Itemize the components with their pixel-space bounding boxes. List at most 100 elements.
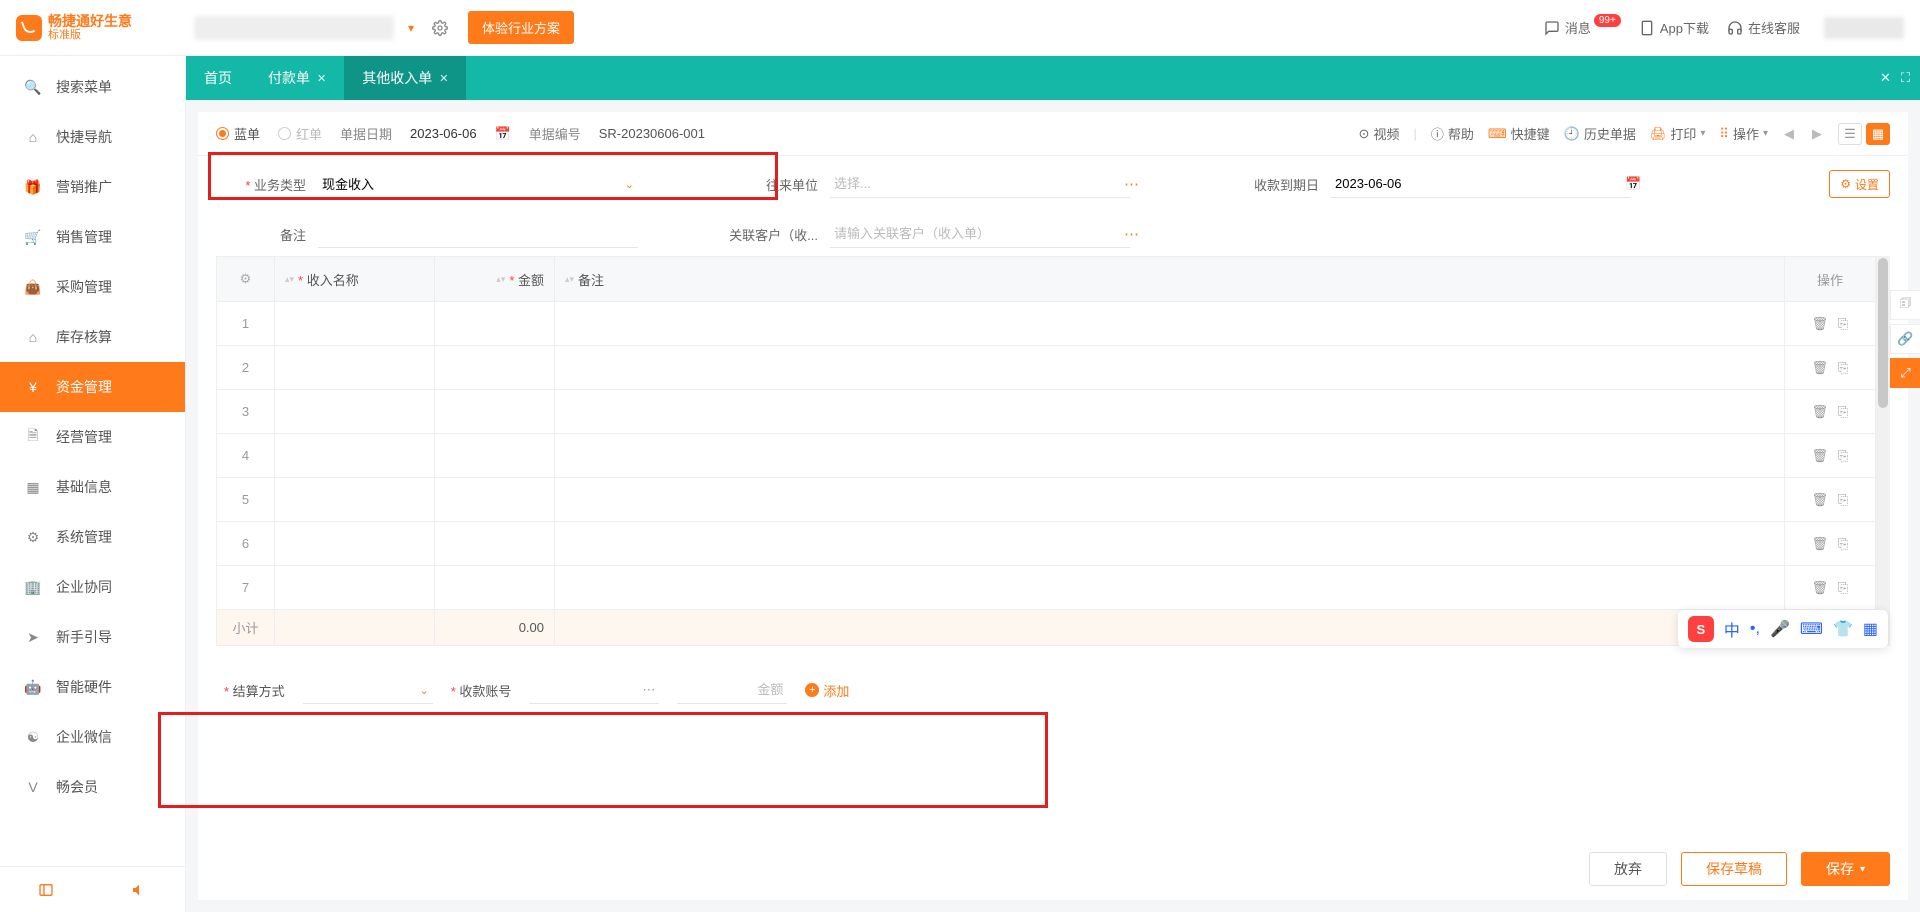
table-row[interactable]: 4 🗑 ⎘ <box>217 433 1875 477</box>
cell-amount[interactable] <box>435 565 555 609</box>
sidebar-volume-button[interactable] <box>93 867 186 912</box>
more-icon[interactable]: ⋯ <box>642 682 655 698</box>
tab-首页[interactable]: 首页 <box>186 56 250 100</box>
table-row[interactable]: 5 🗑 ⎘ <box>217 477 1875 521</box>
table-row[interactable]: 3 🗑 ⎘ <box>217 389 1875 433</box>
cell-amount[interactable] <box>435 433 555 477</box>
sidebar-item-wechat[interactable]: ☯企业微信 <box>0 712 185 762</box>
table-scrollbar[interactable] <box>1876 256 1890 646</box>
sidebar-item-home[interactable]: ⌂快捷导航 <box>0 112 185 162</box>
user-avatar-blurred[interactable] <box>1824 17 1904 39</box>
row-copy-icon[interactable]: ⎘ <box>1838 580 1848 596</box>
ime-lang[interactable]: 中 <box>1724 617 1740 641</box>
float-attach-button[interactable]: 🔗 <box>1890 324 1920 354</box>
float-expand-button[interactable]: ⤢ <box>1890 358 1920 388</box>
row-delete-icon[interactable]: 🗑 <box>1812 316 1829 332</box>
calendar-icon[interactable]: 📅 <box>1625 176 1641 192</box>
sidebar-item-search[interactable]: 🔍搜索菜单 <box>0 62 185 112</box>
ime-voice-icon[interactable]: 🎤 <box>1770 619 1790 639</box>
ime-keyboard-icon[interactable]: ⌨ <box>1800 619 1823 639</box>
org-selector[interactable]: ▾ <box>194 16 414 40</box>
cell-amount[interactable] <box>435 477 555 521</box>
sidebar-item-doc[interactable]: 🗎经营管理 <box>0 412 185 462</box>
shortcut-button[interactable]: ⌨快捷键 <box>1488 124 1550 143</box>
partner-more-button[interactable]: ⋯ <box>1124 175 1139 193</box>
help-button[interactable]: ⓘ帮助 <box>1431 124 1474 143</box>
customer-service-button[interactable]: 在线客服 <box>1727 18 1800 37</box>
partner-select[interactable] <box>830 170 1130 198</box>
float-note-button[interactable]: 🗊 <box>1890 290 1920 320</box>
cell-amount[interactable] <box>435 389 555 433</box>
row-copy-icon[interactable]: ⎘ <box>1838 536 1848 552</box>
form-settings-button[interactable]: ⚙设置 <box>1829 170 1890 198</box>
calendar-icon[interactable]: 📅 <box>495 126 511 142</box>
cell-income-name[interactable] <box>275 433 435 477</box>
radio-red-bill[interactable]: 红单 <box>278 124 322 143</box>
sidebar-collapse-button[interactable] <box>0 867 93 912</box>
settlement-amount-input[interactable] <box>677 676 787 704</box>
cell-income-name[interactable] <box>275 565 435 609</box>
row-copy-icon[interactable]: ⎘ <box>1838 316 1848 332</box>
cell-income-name[interactable] <box>275 345 435 389</box>
sidebar-item-building[interactable]: 🏢企业协同 <box>0 562 185 612</box>
print-button[interactable]: 🖨打印▾ <box>1650 124 1706 143</box>
cell-note[interactable] <box>555 521 1785 565</box>
due-date-input[interactable] <box>1331 170 1631 198</box>
prev-doc-button[interactable]: ◀ <box>1782 126 1796 142</box>
video-help-button[interactable]: ⊙视频 <box>1359 124 1400 143</box>
cell-amount[interactable] <box>435 301 555 345</box>
view-card-button[interactable]: ▦ <box>1866 123 1890 145</box>
row-copy-icon[interactable]: ⎘ <box>1838 448 1848 464</box>
cell-income-name[interactable] <box>275 389 435 433</box>
sidebar-item-box[interactable]: ⌂库存核算 <box>0 312 185 362</box>
sidebar-item-grid[interactable]: ▦基础信息 <box>0 462 185 512</box>
sidebar-item-money[interactable]: ¥资金管理 <box>0 362 185 412</box>
row-copy-icon[interactable]: ⎘ <box>1838 492 1848 508</box>
row-delete-icon[interactable]: 🗑 <box>1812 360 1829 376</box>
tab-close-icon[interactable]: ✕ <box>439 72 448 85</box>
table-settings-icon[interactable]: ⚙ <box>240 271 252 287</box>
settings-gear-button[interactable] <box>426 14 454 42</box>
row-copy-icon[interactable]: ⎘ <box>1838 360 1848 376</box>
ime-toolbox-icon[interactable]: ▦ <box>1863 619 1878 639</box>
view-list-button[interactable]: ☰ <box>1838 123 1862 145</box>
tab-付款单[interactable]: 付款单✕ <box>250 56 344 100</box>
row-copy-icon[interactable]: ⎘ <box>1838 404 1848 420</box>
cell-income-name[interactable] <box>275 301 435 345</box>
business-type-select[interactable] <box>318 170 638 198</box>
cell-income-name[interactable] <box>275 521 435 565</box>
cell-amount[interactable] <box>435 521 555 565</box>
cell-note[interactable] <box>555 345 1785 389</box>
sidebar-item-cog[interactable]: ⚙系统管理 <box>0 512 185 562</box>
doc-date-value[interactable]: 2023-06-06 <box>410 126 477 141</box>
save-draft-button[interactable]: 保存草稿 <box>1681 852 1787 886</box>
ime-toolbar[interactable]: S 中 •, 🎤 ⌨ 👕 ▦ <box>1678 610 1888 648</box>
cell-amount[interactable] <box>435 345 555 389</box>
sidebar-item-vip[interactable]: V畅会员 <box>0 762 185 812</box>
receipt-account-select[interactable] <box>529 676 659 704</box>
tab-close-all-button[interactable]: ✕ <box>1880 70 1891 86</box>
row-delete-icon[interactable]: 🗑 <box>1812 536 1829 552</box>
remark-input[interactable] <box>318 220 638 248</box>
messages-button[interactable]: 消息 99+ <box>1544 18 1621 37</box>
table-row[interactable]: 2 🗑 ⎘ <box>217 345 1875 389</box>
sidebar-item-bag[interactable]: 👜采购管理 <box>0 262 185 312</box>
cell-note[interactable] <box>555 477 1785 521</box>
history-button[interactable]: 🕘历史单据 <box>1564 124 1636 143</box>
tab-其他收入单[interactable]: 其他收入单✕ <box>344 56 466 100</box>
app-download-button[interactable]: App下载 <box>1639 18 1709 37</box>
tab-close-icon[interactable]: ✕ <box>317 72 326 85</box>
row-delete-icon[interactable]: 🗑 <box>1812 492 1829 508</box>
sidebar-item-gift[interactable]: 🎁营销推广 <box>0 162 185 212</box>
next-doc-button[interactable]: ▶ <box>1810 126 1824 142</box>
ime-punct-icon[interactable]: •, <box>1750 620 1760 638</box>
cell-note[interactable] <box>555 565 1785 609</box>
table-row[interactable]: 7 🗑 ⎘ <box>217 565 1875 609</box>
row-delete-icon[interactable]: 🗑 <box>1812 448 1829 464</box>
discard-button[interactable]: 放弃 <box>1589 852 1667 886</box>
table-row[interactable]: 6 🗑 ⎘ <box>217 521 1875 565</box>
ops-button[interactable]: ⠿操作▾ <box>1719 124 1768 143</box>
radio-blue-bill[interactable]: 蓝单 <box>216 124 260 143</box>
tab-fullscreen-button[interactable]: ⛶ <box>1901 70 1910 86</box>
sidebar-item-cart[interactable]: 🛒销售管理 <box>0 212 185 262</box>
